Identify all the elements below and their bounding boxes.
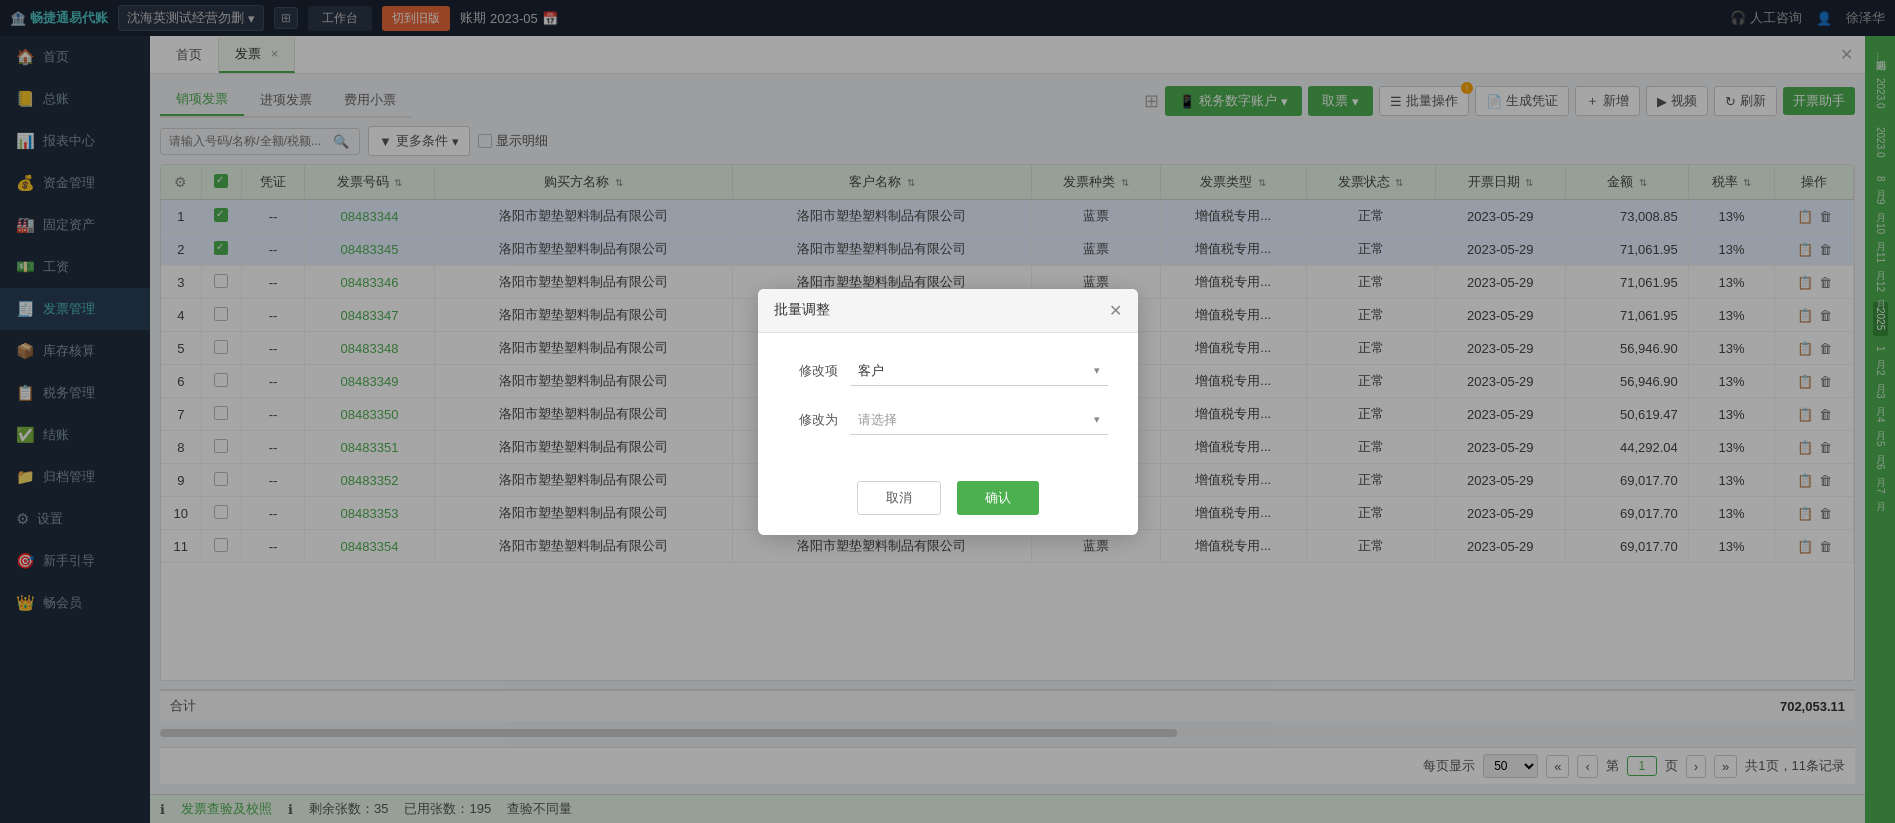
- modal-change-to-chevron: ▾: [1094, 413, 1100, 426]
- modal-change-to-label: 修改为: [788, 411, 838, 429]
- modal-close-btn[interactable]: ✕: [1109, 301, 1122, 320]
- modal-change-to-placeholder: 请选择: [858, 411, 897, 429]
- batch-adjust-modal: 批量调整 ✕ 修改项 客户 ▾ 修改为 请选择 ▾ 取消 确认: [758, 289, 1138, 535]
- modal-field-select[interactable]: 客户 ▾: [850, 357, 1108, 386]
- modal-footer: 取消 确认: [758, 471, 1138, 535]
- modal-field-chevron: ▾: [1094, 364, 1100, 377]
- modal-header: 批量调整 ✕: [758, 289, 1138, 333]
- modal-cancel-btn[interactable]: 取消: [857, 481, 941, 515]
- modal-confirm-btn[interactable]: 确认: [957, 481, 1039, 515]
- modal-field-label: 修改项: [788, 362, 838, 380]
- modal-field-item: 修改项 客户 ▾: [788, 357, 1108, 386]
- modal-field-value: 客户: [858, 362, 884, 380]
- modal-title: 批量调整: [774, 301, 830, 319]
- modal-body: 修改项 客户 ▾ 修改为 请选择 ▾: [758, 333, 1138, 471]
- modal-overlay: 批量调整 ✕ 修改项 客户 ▾ 修改为 请选择 ▾ 取消 确认: [0, 0, 1895, 823]
- modal-change-to-select[interactable]: 请选择 ▾: [850, 406, 1108, 435]
- modal-change-to-field: 修改为 请选择 ▾: [788, 406, 1108, 435]
